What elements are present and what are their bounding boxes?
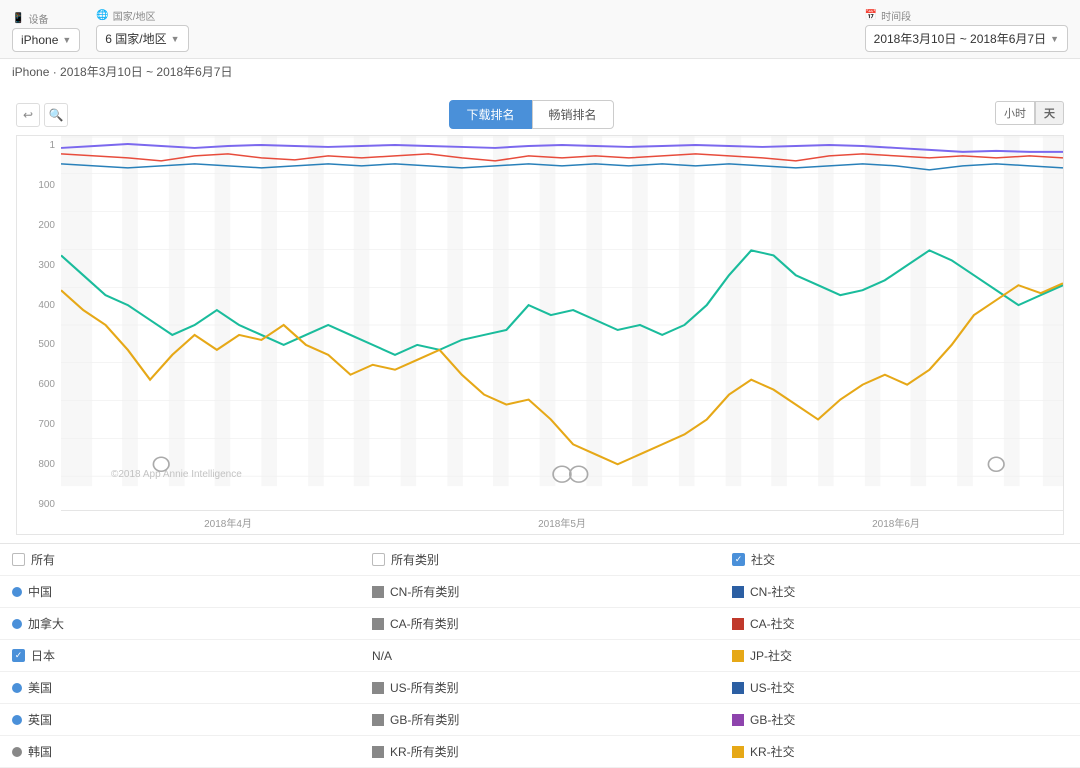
legend-korea: 韩国 (0, 736, 360, 767)
y-axis: 1 100 200 300 400 500 600 700 800 900 (17, 136, 61, 510)
usa-color (12, 683, 22, 693)
all-category-checkbox[interactable] (372, 553, 385, 566)
legend-row-korea: 韩国 KR-所有类别 KR-社交 (0, 736, 1080, 768)
chart-plot: ©2018 App Annie Intelligence (61, 136, 1063, 510)
legend-area: 所有 所有类别 ✓ 社交 中国 CN-所有类别 CN-社交 (0, 543, 1080, 768)
hour-btn[interactable]: 小时 (995, 101, 1035, 125)
cn-all-color (372, 586, 384, 598)
region-select[interactable]: 6 国家/地区 ▼ (96, 25, 188, 52)
legend-ca-all: CA-所有类别 (360, 608, 720, 639)
legend-gb-social: GB-社交 (720, 704, 1080, 735)
legend-kr-all: KR-所有类别 (360, 736, 720, 767)
legend-canada: 加拿大 (0, 608, 360, 639)
legend-ca-social: CA-社交 (720, 608, 1080, 639)
time-select[interactable]: 2018年3月10日 ~ 2018年6月7日 ▼ (865, 25, 1068, 52)
korea-color (12, 747, 22, 757)
chart-inner: 1 100 200 300 400 500 600 700 800 900 (17, 136, 1063, 534)
calendar-icon: 📅 (865, 10, 877, 21)
china-color (12, 587, 22, 597)
chart-tabs: 下载排名 畅销排名 (449, 92, 613, 133)
legend-gb-all: GB-所有类别 (360, 704, 720, 735)
legend-jp-social: JP-社交 (720, 640, 1080, 671)
tab-download-rank[interactable]: 下载排名 (449, 100, 531, 129)
legend-china: 中国 (0, 576, 360, 607)
legend-row-usa: 美国 US-所有类别 US-社交 (0, 672, 1080, 704)
canada-color (12, 619, 22, 629)
japan-checkbox[interactable]: ✓ (12, 649, 25, 662)
gb-all-color (372, 714, 384, 726)
region-arrow-icon: ▼ (171, 34, 180, 44)
legend-us-all: US-所有类别 (360, 672, 720, 703)
x-axis: 2018年4月 2018年5月 2018年6月 (61, 510, 1063, 534)
region-label: 🌐 国家/地区 (96, 8, 188, 23)
us-social-color (732, 682, 744, 694)
kr-all-color (372, 746, 384, 758)
us-all-color (372, 682, 384, 694)
legend-all: 所有 (0, 544, 360, 575)
region-icon: 🌐 (96, 10, 108, 21)
device-select[interactable]: iPhone ▼ (12, 28, 80, 52)
device-filter: 📱 设备 iPhone ▼ (12, 11, 80, 52)
time-arrow-icon: ▼ (1050, 34, 1059, 44)
chart-svg (61, 136, 1063, 510)
filters-left: 📱 设备 iPhone ▼ 🌐 国家/地区 6 国家/地区 ▼ (12, 8, 189, 52)
time-label: 📅 时间段 (865, 8, 1068, 23)
chart-area: 1 100 200 300 400 500 600 700 800 900 (16, 135, 1064, 535)
time-filter: 📅 时间段 2018年3月10日 ~ 2018年6月7日 ▼ (865, 8, 1068, 52)
legend-row-uk: 英国 GB-所有类别 GB-社交 (0, 704, 1080, 736)
kr-social-color (732, 746, 744, 758)
device-icon: 📱 (12, 13, 24, 24)
legend-all-category: 所有类别 (360, 544, 720, 575)
ca-all-color (372, 618, 384, 630)
legend-row-1: 所有 所有类别 ✓ 社交 (0, 544, 1080, 576)
uk-color (12, 715, 22, 725)
top-bar: 📱 设备 iPhone ▼ 🌐 国家/地区 6 国家/地区 ▼ (0, 0, 1080, 59)
all-checkbox[interactable] (12, 553, 25, 566)
undo-icon[interactable]: ↩ (16, 103, 40, 127)
legend-kr-social: KR-社交 (720, 736, 1080, 767)
region-filter: 🌐 国家/地区 6 国家/地区 ▼ (96, 8, 188, 52)
legend-na: N/A (360, 640, 720, 671)
legend-row-canada: 加拿大 CA-所有类别 CA-社交 (0, 608, 1080, 640)
cn-social-color (732, 586, 744, 598)
legend-japan: ✓ 日本 (0, 640, 360, 671)
gb-social-color (732, 714, 744, 726)
social-checkbox[interactable]: ✓ (732, 553, 745, 566)
ca-social-color (732, 618, 744, 630)
legend-row-china: 中国 CN-所有类别 CN-社交 (0, 576, 1080, 608)
legend-cn-all: CN-所有类别 (360, 576, 720, 607)
jp-social-color (732, 650, 744, 662)
device-arrow-icon: ▼ (62, 35, 71, 45)
chart-tools: ↩ 🔍 (16, 99, 68, 127)
legend-social: ✓ 社交 (720, 544, 1080, 575)
subtitle: iPhone · 2018年3月10日 ~ 2018年6月7日 (0, 59, 1080, 86)
legend-uk: 英国 (0, 704, 360, 735)
legend-us-social: US-社交 (720, 672, 1080, 703)
time-granularity: 小时 天 (995, 101, 1064, 125)
legend-row-japan: ✓ 日本 N/A JP-社交 (0, 640, 1080, 672)
zoom-icon[interactable]: 🔍 (44, 103, 68, 127)
tab-sales-rank[interactable]: 畅销排名 (532, 100, 614, 129)
legend-cn-social: CN-社交 (720, 576, 1080, 607)
device-label: 📱 设备 (12, 11, 80, 26)
legend-usa: 美国 (0, 672, 360, 703)
day-btn[interactable]: 天 (1035, 101, 1064, 125)
